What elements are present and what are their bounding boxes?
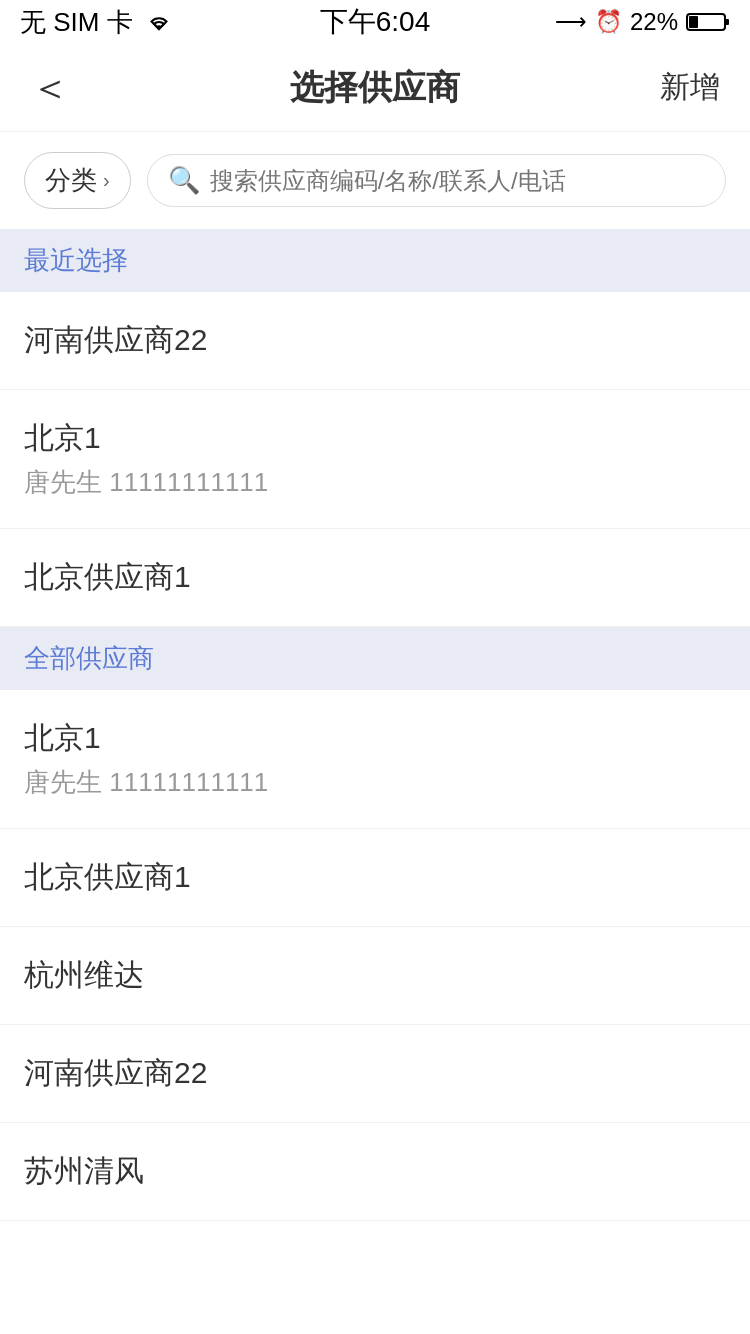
category-label: 分类 (45, 163, 97, 198)
alarm-icon: ⏰ (595, 9, 622, 35)
battery-icon (686, 11, 730, 33)
item-name: 北京供应商1 (24, 857, 726, 898)
item-sub: 唐先生 11111111111 (24, 465, 726, 500)
all-list-item[interactable]: 河南供应商22 (0, 1025, 750, 1123)
status-time: 下午6:04 (320, 3, 431, 41)
all-section-label: 全部供应商 (24, 643, 154, 673)
search-wrapper: 🔍 (147, 154, 726, 207)
svg-rect-2 (689, 16, 698, 28)
location-icon: ⟶ (555, 9, 587, 35)
status-right: ⟶ ⏰ 22% (555, 8, 730, 36)
item-name: 杭州维达 (24, 955, 726, 996)
add-new-button[interactable]: 新增 (660, 67, 720, 108)
page-title: 选择供应商 (290, 65, 460, 111)
nav-bar: ＜ 选择供应商 新增 (0, 44, 750, 132)
status-left: 无 SIM 卡 (20, 5, 175, 40)
recent-section-header: 最近选择 (0, 229, 750, 292)
all-list-item[interactable]: 北京供应商1 (0, 829, 750, 927)
back-button[interactable]: ＜ (30, 60, 90, 115)
item-name: 北京1 (24, 718, 726, 759)
search-input[interactable] (210, 167, 705, 195)
item-name: 河南供应商22 (24, 1053, 726, 1094)
recent-list-item[interactable]: 北京供应商1 (0, 529, 750, 627)
all-list-item[interactable]: 北京1 唐先生 11111111111 (0, 690, 750, 829)
chevron-right-icon: › (103, 169, 110, 192)
recent-items-list: 河南供应商22 北京1 唐先生 11111111111 北京供应商1 (0, 292, 750, 627)
all-section-header: 全部供应商 (0, 627, 750, 690)
no-sim-text: 无 SIM 卡 (20, 5, 133, 40)
all-items-list: 北京1 唐先生 11111111111 北京供应商1 杭州维达河南供应商22 苏州清风 (0, 690, 750, 1221)
recent-section-label: 最近选择 (24, 245, 128, 275)
status-bar: 无 SIM 卡 下午6:04 ⟶ ⏰ 22% (0, 0, 750, 44)
recent-list-item[interactable]: 北京1 唐先生 11111111111 (0, 390, 750, 529)
all-list-item[interactable]: 苏州清风 (0, 1123, 750, 1221)
item-name: 北京1 (24, 418, 726, 459)
item-name: 北京供应商1 (24, 557, 726, 598)
search-bar: 分类 › 🔍 (0, 132, 750, 229)
item-name: 河南供应商22 (24, 320, 726, 361)
item-sub: 唐先生 11111111111 (24, 765, 726, 800)
search-icon: 🔍 (168, 165, 200, 196)
all-list-item[interactable]: 杭州维达 (0, 927, 750, 1025)
wifi-icon (143, 11, 175, 33)
category-button[interactable]: 分类 › (24, 152, 131, 209)
item-name: 苏州清风 (24, 1151, 726, 1192)
svg-rect-1 (725, 19, 729, 25)
battery-text: 22% (630, 8, 678, 36)
recent-list-item[interactable]: 河南供应商22 (0, 292, 750, 390)
